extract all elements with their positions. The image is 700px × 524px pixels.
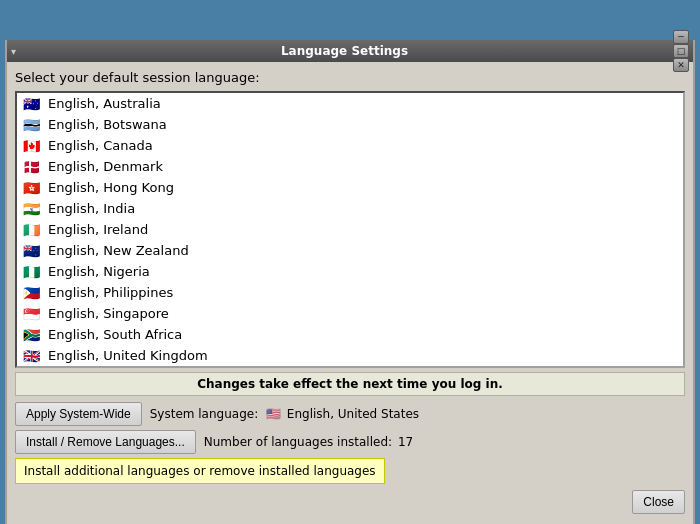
list-item[interactable]: 🇿🇦 English, South Africa bbox=[17, 324, 683, 345]
system-language-label: System language: bbox=[150, 407, 258, 421]
language-name: English, India bbox=[48, 201, 135, 216]
list-item[interactable]: 🇩🇰 English, Denmark bbox=[17, 156, 683, 177]
flag-icon: 🇧🇼 bbox=[23, 118, 40, 132]
language-name: English, Nigeria bbox=[48, 264, 150, 279]
language-name: English, New Zealand bbox=[48, 243, 189, 258]
flag-icon: 🇬🇧 bbox=[23, 349, 40, 363]
flag-icon: 🇮🇳 bbox=[23, 202, 40, 216]
language-name: English, United Kingdom bbox=[48, 348, 208, 363]
list-item[interactable]: 🇨🇦 English, Canada bbox=[17, 135, 683, 156]
num-languages-label: Number of languages installed: bbox=[204, 435, 392, 449]
num-languages-value: 17 bbox=[398, 435, 413, 449]
notice-bar: Changes take effect the next time you lo… bbox=[15, 372, 685, 396]
language-name: English, Ireland bbox=[48, 222, 148, 237]
list-item[interactable]: 🇸🇬 English, Singapore bbox=[17, 303, 683, 324]
language-name: English, Hong Kong bbox=[48, 180, 174, 195]
system-language-info: System language: 🇺🇸 English, United Stat… bbox=[150, 407, 419, 421]
instruction-label: Select your default session language: bbox=[15, 70, 685, 85]
flag-icon: 🇩🇰 bbox=[23, 160, 40, 174]
list-item[interactable]: 🇵🇭 English, Philippines bbox=[17, 282, 683, 303]
language-name: English, Botswana bbox=[48, 117, 167, 132]
flag-icon: 🇳🇬 bbox=[23, 265, 40, 279]
bottom-row: Close bbox=[15, 490, 685, 514]
flag-icon: 🇮🇪 bbox=[23, 223, 40, 237]
language-settings-window: ▾ Language Settings ─ □ ✕ Select your de… bbox=[5, 40, 695, 524]
flag-icon: 🇿🇦 bbox=[23, 328, 40, 342]
list-item[interactable]: 🇮🇪 English, Ireland bbox=[17, 219, 683, 240]
close-button[interactable]: Close bbox=[632, 490, 685, 514]
window-title: Language Settings bbox=[16, 44, 673, 58]
actions-row-2: Install / Remove Languages... Number of … bbox=[15, 430, 685, 454]
list-item[interactable]: 🇳🇿 English, New Zealand bbox=[17, 240, 683, 261]
actions-row-1: Apply System-Wide System language: 🇺🇸 En… bbox=[15, 402, 685, 426]
flag-icon: 🇸🇬 bbox=[23, 307, 40, 321]
maximize-button[interactable]: □ bbox=[673, 44, 689, 58]
flag-icon: 🇳🇿 bbox=[23, 244, 40, 258]
language-list-container[interactable]: 🇦🇺 English, Australia 🇧🇼 English, Botswana 🇨… bbox=[15, 91, 685, 368]
num-languages-info: Number of languages installed: 17 bbox=[204, 435, 413, 449]
flag-icon: 🇨🇦 bbox=[23, 139, 40, 153]
flag-icon: 🇵🇭 bbox=[23, 286, 40, 300]
install-remove-button[interactable]: Install / Remove Languages... bbox=[15, 430, 196, 454]
minimize-button[interactable]: ─ bbox=[673, 30, 689, 44]
flag-icon: 🇦🇺 bbox=[23, 97, 40, 111]
flag-icon: 🇭🇰 bbox=[23, 181, 40, 195]
language-name: English, South Africa bbox=[48, 327, 182, 342]
language-name: English, Denmark bbox=[48, 159, 163, 174]
apply-system-wide-button[interactable]: Apply System-Wide bbox=[15, 402, 142, 426]
list-item[interactable]: 🇳🇬 English, Nigeria bbox=[17, 261, 683, 282]
list-item[interactable]: 🇭🇰 English, Hong Kong bbox=[17, 177, 683, 198]
language-name: English, Australia bbox=[48, 96, 161, 111]
list-item[interactable]: 🇬🇧 English, United Kingdom bbox=[17, 345, 683, 366]
window-titlebar: ▾ Language Settings ─ □ ✕ bbox=[7, 40, 693, 62]
system-language-value: English, United States bbox=[287, 407, 419, 421]
window-body: Select your default session language: 🇦🇺… bbox=[7, 62, 693, 524]
list-item[interactable]: 🇧🇼 English, Botswana bbox=[17, 114, 683, 135]
language-list: 🇦🇺 English, Australia 🇧🇼 English, Botswana 🇨… bbox=[17, 93, 683, 366]
list-item[interactable]: 🇮🇳 English, India bbox=[17, 198, 683, 219]
list-item[interactable]: 🇦🇺 English, Australia bbox=[17, 93, 683, 114]
language-name: English, Canada bbox=[48, 138, 153, 153]
tooltip-bar: Install additional languages or remove i… bbox=[15, 458, 385, 484]
language-name: English, Philippines bbox=[48, 285, 173, 300]
language-name: English, Singapore bbox=[48, 306, 169, 321]
us-flag-icon: 🇺🇸 bbox=[266, 407, 281, 421]
